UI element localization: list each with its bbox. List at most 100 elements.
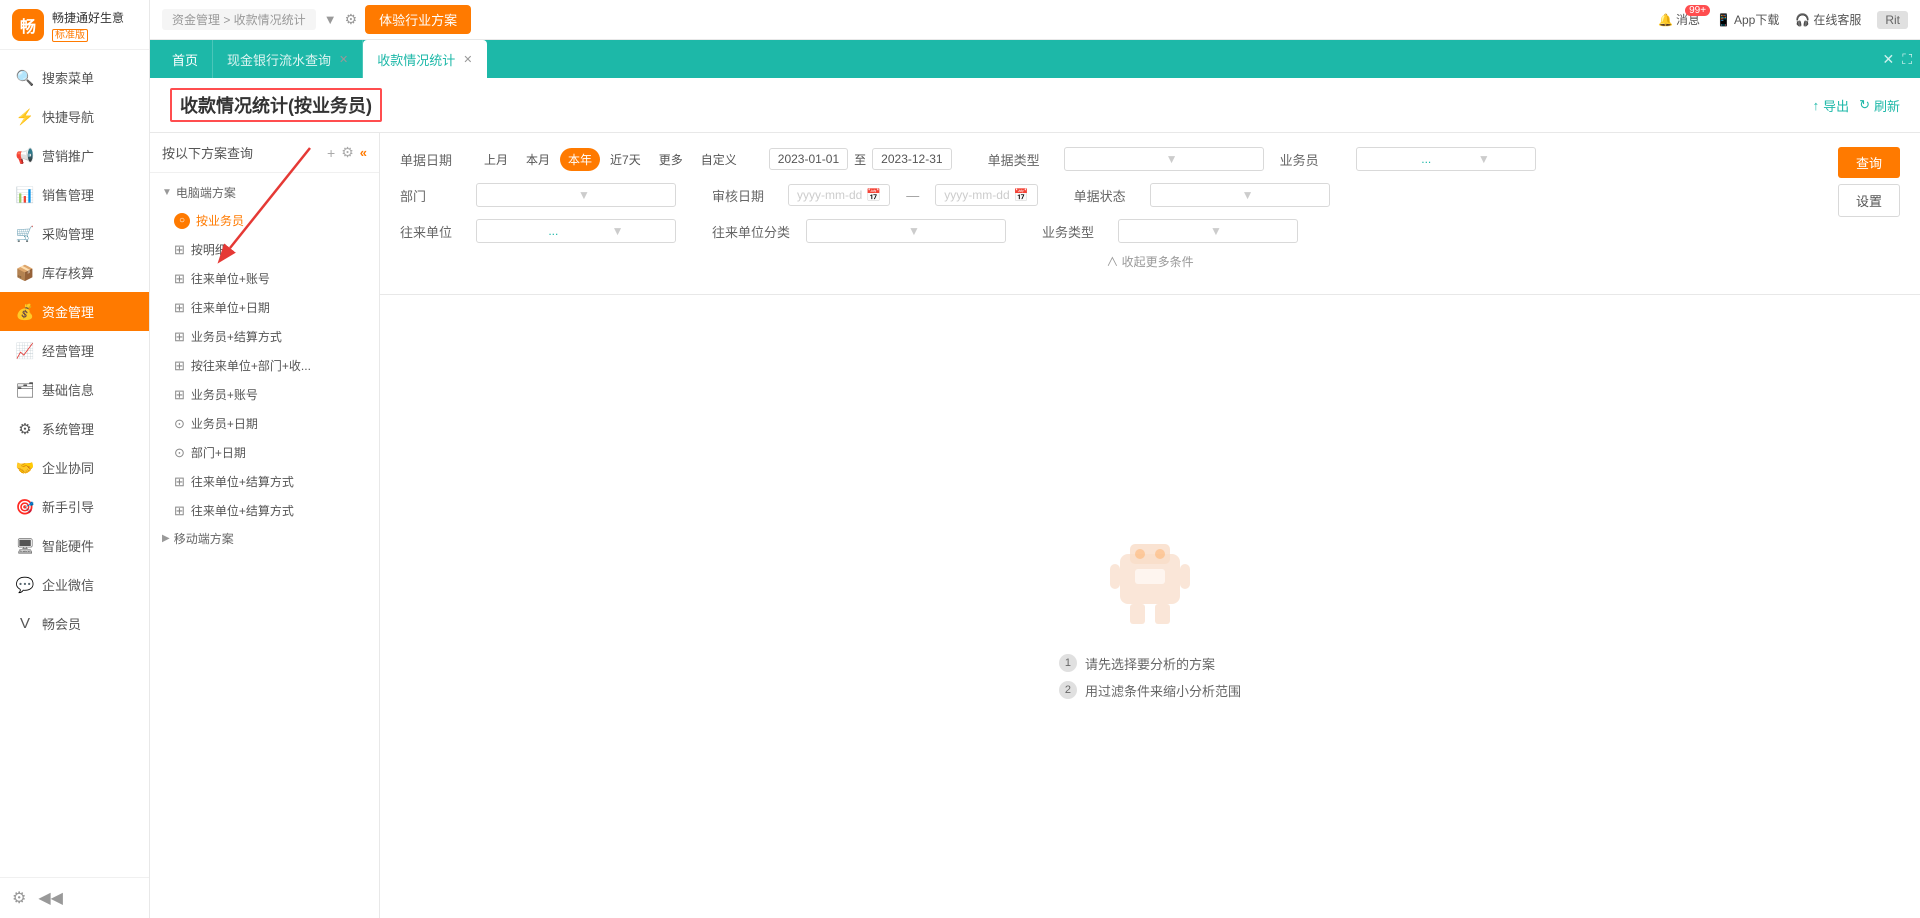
- sidebar-item-purchase[interactable]: 🛒 采购管理: [0, 214, 149, 253]
- date-to-input[interactable]: 2023-12-31: [872, 148, 951, 170]
- audit-date-to[interactable]: yyyy-mm-dd 📅: [935, 184, 1037, 206]
- date-tab-7days[interactable]: 近7天: [602, 148, 649, 171]
- refresh-button[interactable]: ↻ 刷新: [1859, 96, 1900, 115]
- sidebar-item-system[interactable]: ⚙ 系统管理: [0, 409, 149, 448]
- settings-scheme-icon[interactable]: ⚙: [341, 144, 354, 161]
- salesperson-select[interactable]: ... ▼: [1356, 147, 1536, 171]
- tab-home[interactable]: 首页: [158, 40, 213, 78]
- topbar-gear-icon[interactable]: ⚙: [345, 11, 358, 28]
- empty-step-2: 2 用过滤条件来缩小分析范围: [1059, 681, 1241, 700]
- tree-item-partner-date[interactable]: ⊞ 往来单位+日期: [150, 293, 379, 322]
- date-from-input[interactable]: 2023-01-01: [769, 148, 848, 170]
- message-button[interactable]: 🔔 消息 99+: [1658, 11, 1700, 28]
- hardware-icon: 🖥: [16, 537, 34, 555]
- dept-select[interactable]: ▼: [476, 183, 676, 207]
- tree-expand-icon: ▼: [162, 187, 172, 198]
- tree-item-partner-account[interactable]: ⊞ 往来单位+账号: [150, 264, 379, 293]
- tab-bar: 首页 现金银行流水查询 ✕ 收款情况统计 ✕ ✕ ⛶: [150, 40, 1920, 78]
- doc-type-select[interactable]: ▼: [1064, 147, 1264, 171]
- partner-account-icon: ⊞: [174, 271, 185, 287]
- sidebar-item-inventory[interactable]: 📦 库存核算: [0, 253, 149, 292]
- filter-row-2: 部门 ▼ 审核日期 yyyy-mm-dd 📅 —: [400, 183, 1838, 207]
- tree-item-salesperson-payment[interactable]: ⊞ 业务员+结算方式: [150, 322, 379, 351]
- panel-header: 按以下方案查询 + ⚙ «: [150, 133, 379, 173]
- tree-group-mobile[interactable]: ▶ 移动端方案: [150, 525, 379, 552]
- date-tab-last-month[interactable]: 上月: [476, 148, 516, 171]
- collapse-bar[interactable]: ∧ 收起更多条件: [400, 243, 1900, 280]
- salesperson-more-icon[interactable]: ...: [1421, 152, 1470, 166]
- tree-item-partner-dept[interactable]: ⊞ 按往来单位+部门+收...: [150, 351, 379, 380]
- sidebar-item-hardware[interactable]: 🖥 智能硬件: [0, 526, 149, 565]
- sidebar-item-quicknav[interactable]: ⚡ 快捷导航: [0, 97, 149, 136]
- content-body: 按以下方案查询 + ⚙ « ▼ 电脑端方案 ○ 按业务员: [150, 133, 1920, 918]
- sidebar-item-guide[interactable]: 🎯 新手引导: [0, 487, 149, 526]
- tree-item-salesperson-account[interactable]: ⊞ 业务员+账号: [150, 380, 379, 409]
- audit-from-calendar-icon: 📅: [866, 188, 881, 202]
- user-button[interactable]: Rit: [1877, 11, 1908, 29]
- sidebar-item-finance[interactable]: 💰 资金管理: [0, 292, 149, 331]
- sidebar-item-member[interactable]: V 畅会员: [0, 604, 149, 643]
- audit-to-calendar-icon: 📅: [1014, 188, 1029, 202]
- tab-bank-close-icon[interactable]: ✕: [339, 53, 348, 66]
- query-button[interactable]: 查询: [1838, 147, 1900, 178]
- add-scheme-icon[interactable]: +: [327, 145, 335, 161]
- tab-maximize-icon[interactable]: ⛶: [1902, 51, 1912, 68]
- collapse-sidebar-icon[interactable]: ◀◀: [38, 888, 63, 908]
- dept-date-icon: ⊙: [174, 445, 185, 461]
- biz-type-select[interactable]: ▼: [1118, 219, 1298, 243]
- date-tab-this-year[interactable]: 本年: [560, 148, 600, 171]
- tree-item-partner-payment2[interactable]: ⊞ 往来单位+结算方式: [150, 496, 379, 525]
- system-icon: ⚙: [16, 420, 34, 438]
- tab-collection[interactable]: 收款情况统计 ✕: [363, 40, 487, 78]
- doc-type-dropdown-icon: ▼: [1166, 152, 1255, 166]
- partner-select[interactable]: ... ▼: [476, 219, 676, 243]
- page-actions: ↑ 导出 ↻ 刷新: [1813, 96, 1900, 115]
- partner-category-select[interactable]: ▼: [806, 219, 1006, 243]
- sidebar-nav: 🔍 搜索菜单 ⚡ 快捷导航 📢 营销推广 📊 销售管理 🛒 采购管理 📦 库存核…: [0, 50, 149, 877]
- export-button[interactable]: ↑ 导出: [1813, 96, 1850, 115]
- sidebar-item-wechat[interactable]: 💬 企业微信: [0, 565, 149, 604]
- partner-more-icon[interactable]: ...: [548, 224, 603, 238]
- tree-item-salesperson[interactable]: ○ 按业务员: [150, 206, 379, 235]
- salesperson-active-icon: ○: [174, 213, 190, 229]
- tree-item-salesperson-date[interactable]: ⊙ 业务员+日期: [150, 409, 379, 438]
- date-tab-custom[interactable]: 自定义: [693, 148, 745, 171]
- tree-item-partner-payment1[interactable]: ⊞ 往来单位+结算方式: [150, 467, 379, 496]
- partner-payment1-icon: ⊞: [174, 474, 185, 490]
- sidebar: 畅 畅捷通好生意 标准版 🔍 搜索菜单 ⚡ 快捷导航 📢 营销推广 📊 销售管理…: [0, 0, 150, 918]
- service-button[interactable]: 🎧 在线客服: [1795, 11, 1861, 28]
- sales-icon: 📊: [16, 186, 34, 204]
- empty-state: 1 请先选择要分析的方案 2 用过滤条件来缩小分析范围: [380, 295, 1920, 918]
- member-icon: V: [16, 615, 34, 633]
- basic-icon: 🗂: [16, 381, 34, 399]
- wechat-icon: 💬: [16, 576, 34, 594]
- tab-collection-close-icon[interactable]: ✕: [463, 53, 472, 66]
- sidebar-item-corp[interactable]: 🤝 企业协同: [0, 448, 149, 487]
- sidebar-item-sales[interactable]: 📊 销售管理: [0, 175, 149, 214]
- date-tab-more[interactable]: 更多: [651, 148, 691, 171]
- doc-status-select[interactable]: ▼: [1150, 183, 1330, 207]
- sidebar-item-operations[interactable]: 📈 经营管理: [0, 331, 149, 370]
- sidebar-item-search[interactable]: 🔍 搜索菜单: [0, 58, 149, 97]
- salesperson-payment-icon: ⊞: [174, 329, 185, 345]
- tab-close-all-icon[interactable]: ✕: [1882, 51, 1894, 68]
- sidebar-item-basic[interactable]: 🗂 基础信息: [0, 370, 149, 409]
- tab-bank[interactable]: 现金银行流水查询 ✕: [213, 40, 363, 78]
- quicknav-icon: ⚡: [16, 108, 34, 126]
- tree-group-desktop[interactable]: ▼ 电脑端方案: [150, 179, 379, 206]
- date-tab-this-month[interactable]: 本月: [518, 148, 558, 171]
- settings-bottom-icon[interactable]: ⚙: [12, 888, 26, 908]
- audit-date-from[interactable]: yyyy-mm-dd 📅: [788, 184, 890, 206]
- collapse-panel-icon[interactable]: «: [360, 145, 367, 160]
- page-title: 收款情况统计(按业务员): [170, 88, 382, 122]
- right-panel: 单据日期 上月 本月 本年 近7天 更多 自定义: [380, 133, 1920, 918]
- tree-item-detail[interactable]: ⊞ 按明细: [150, 235, 379, 264]
- trial-button[interactable]: 体验行业方案: [365, 5, 471, 34]
- sidebar-item-marketing[interactable]: 📢 营销推广: [0, 136, 149, 175]
- inventory-icon: 📦: [16, 264, 34, 282]
- breadcrumb-chevron-icon[interactable]: ▼: [324, 12, 337, 27]
- app-download-button[interactable]: 📱 App下载: [1716, 11, 1779, 28]
- tree-item-dept-date[interactable]: ⊙ 部门+日期: [150, 438, 379, 467]
- settings-button[interactable]: 设置: [1838, 184, 1900, 217]
- partner-dropdown-icon: ▼: [612, 224, 667, 238]
